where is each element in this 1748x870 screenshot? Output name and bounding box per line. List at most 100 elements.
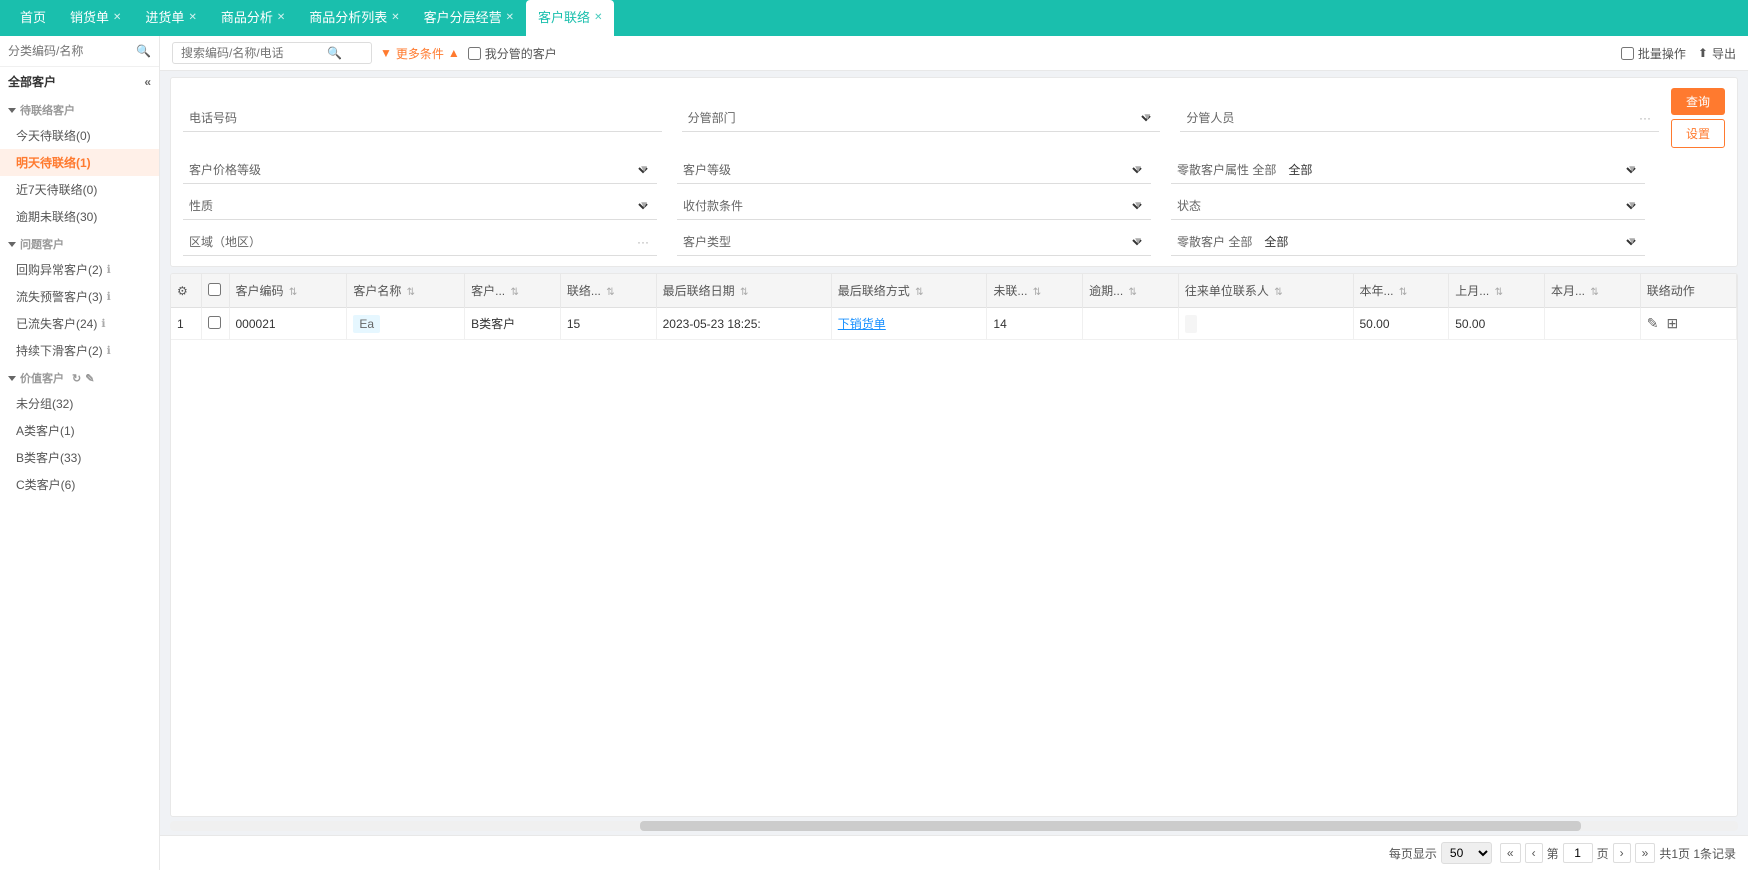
filter-phone-input[interactable]	[257, 111, 656, 125]
sidebar-item-a-class[interactable]: A类客户(1)	[0, 417, 159, 444]
info-icon: ℹ	[107, 263, 111, 276]
nav-customer-tier[interactable]: 客户分层经营 ✕	[412, 0, 526, 36]
close-icon[interactable]: ✕	[113, 0, 121, 36]
filter-phone-label: 电话号码	[189, 109, 249, 126]
close-icon[interactable]: ✕	[506, 0, 514, 36]
filter-customer-type-select[interactable]	[751, 234, 1145, 250]
col-last-contact-method[interactable]: 最后联络方式 ⇅	[831, 274, 987, 308]
select-all-checkbox[interactable]	[208, 283, 221, 296]
sidebar-search-input[interactable]	[8, 44, 132, 58]
export-button[interactable]: ⬆ 导出	[1698, 45, 1736, 62]
nav-product-analysis-list[interactable]: 商品分析列表 ✕	[297, 0, 411, 36]
horizontal-scrollbar[interactable]	[170, 821, 1738, 831]
first-page-button[interactable]: «	[1500, 843, 1521, 863]
filter-price-select[interactable]	[269, 162, 651, 178]
filter-retail-attr-select[interactable]: 全部	[1284, 162, 1639, 178]
action-icons-container: ✎ ⊞	[1647, 315, 1730, 332]
sidebar-item-churn-warning[interactable]: 流失预警客户(3) ℹ	[0, 283, 159, 310]
sidebar-item-b-class[interactable]: B类客户(33)	[0, 444, 159, 471]
sidebar-item-declining[interactable]: 持续下滑客户(2) ℹ	[0, 337, 159, 364]
filter-payment-select[interactable]	[751, 198, 1145, 214]
edit-icon[interactable]: ✎	[85, 372, 94, 385]
total-records-label: 共1页 1条记录	[1659, 845, 1736, 862]
filter-status-select[interactable]	[1245, 198, 1639, 214]
row-this-year: 50.00	[1353, 308, 1449, 340]
nav-product-analysis[interactable]: 商品分析 ✕	[209, 0, 297, 36]
sidebar-item-repurchase-anomaly[interactable]: 回购异常客户(2) ℹ	[0, 256, 159, 283]
settings-button[interactable]: 设置	[1671, 119, 1725, 148]
close-icon[interactable]: ✕	[188, 0, 196, 36]
col-last-contact-date[interactable]: 最后联络日期 ⇅	[656, 274, 831, 308]
row-no-contact: 14	[987, 308, 1083, 340]
top-nav: 首页 销货单 ✕ 进货单 ✕ 商品分析 ✕ 商品分析列表 ✕ 客户分层经营 ✕ …	[0, 0, 1748, 36]
filter-manager: 分管人员 ···	[1180, 104, 1659, 132]
chevron-down-icon: ▼	[1142, 112, 1152, 123]
nav-purchase-order[interactable]: 进货单 ✕	[133, 0, 208, 36]
filter-manager-input[interactable]	[1254, 111, 1653, 125]
filter-nature-label: 性质	[189, 197, 249, 214]
gear-icon[interactable]: ⚙	[177, 284, 188, 298]
sidebar-item-churned[interactable]: 已流失客户(24) ℹ	[0, 310, 159, 337]
col-name[interactable]: 客户名称 ⇅	[347, 274, 465, 308]
my-customers-checkbox[interactable]: 我分管的客户	[468, 45, 557, 62]
col-no-contact[interactable]: 未联... ⇅	[987, 274, 1083, 308]
filter-price-level: 客户价格等级 ▼	[183, 156, 657, 184]
filter-region-input[interactable]	[269, 235, 651, 249]
sidebar-group-problem: 问题客户	[0, 230, 159, 256]
search-icon[interactable]: 🔍	[327, 46, 342, 60]
action-edit-icon[interactable]: ✎	[1647, 315, 1659, 332]
col-unit-contact[interactable]: 往来单位联系人 ⇅	[1178, 274, 1353, 308]
sidebar-item-today[interactable]: 今天待联络(0)	[0, 122, 159, 149]
next-page-button[interactable]: ›	[1613, 843, 1631, 863]
sidebar-item-ungrouped[interactable]: 未分组(32)	[0, 390, 159, 417]
info-icon: ℹ	[107, 290, 111, 303]
prev-page-button[interactable]: ‹	[1525, 843, 1543, 863]
col-contact-count[interactable]: 联络... ⇅	[560, 274, 656, 308]
col-this-month[interactable]: 本月... ⇅	[1545, 274, 1641, 308]
row-index: 1	[171, 308, 201, 340]
last-contact-method-link[interactable]: 下销货单	[838, 317, 886, 331]
sort-icon: ⇅	[1129, 287, 1137, 298]
col-checkbox	[201, 274, 229, 308]
chevron-up-icon: ▲	[448, 46, 460, 60]
col-last-month[interactable]: 上月... ⇅	[1449, 274, 1545, 308]
batch-operation-button[interactable]: 批量操作	[1621, 45, 1686, 62]
close-icon[interactable]: ✕	[277, 0, 285, 36]
filter-retail-customer-select[interactable]: 全部	[1260, 234, 1639, 250]
last-page-button[interactable]: »	[1635, 843, 1656, 863]
more-dots-icon[interactable]: ···	[637, 235, 649, 249]
per-page-select[interactable]: 50 100 200	[1441, 842, 1492, 864]
toolbar: 🔍 ▼ 更多条件 ▲ 我分管的客户 批量操作 ⬆ 导出	[160, 36, 1748, 71]
sidebar-item-7days[interactable]: 近7天待联络(0)	[0, 176, 159, 203]
nav-customer-contact[interactable]: 客户联络 ✕	[526, 0, 614, 36]
filter-dept: 分管部门 ▼	[682, 104, 1161, 132]
filter-customer-level-select[interactable]	[751, 162, 1145, 178]
filter-dept-select[interactable]	[756, 110, 1155, 126]
close-icon[interactable]: ✕	[391, 0, 399, 36]
action-more-icon[interactable]: ⊞	[1666, 315, 1678, 332]
sidebar-item-c-class[interactable]: C类客户(6)	[0, 471, 159, 498]
sidebar-item-tomorrow[interactable]: 明天待联络(1)	[0, 149, 159, 176]
page-number-input[interactable]	[1563, 843, 1593, 863]
search-input[interactable]	[181, 46, 321, 60]
col-overdue[interactable]: 逾期... ⇅	[1083, 274, 1179, 308]
more-filters-button[interactable]: ▼ 更多条件 ▲	[380, 45, 460, 62]
more-dots-icon[interactable]: ···	[1639, 111, 1651, 125]
refresh-icon[interactable]: ↻	[72, 372, 81, 385]
batch-check[interactable]	[1621, 47, 1634, 60]
my-customers-check[interactable]	[468, 47, 481, 60]
filter-actions: 查询 设置	[1671, 88, 1725, 148]
filter-nature-select[interactable]	[257, 198, 651, 214]
row-select-checkbox[interactable]	[208, 316, 221, 329]
nav-home[interactable]: 首页	[8, 0, 58, 36]
close-icon[interactable]: ✕	[594, 0, 602, 36]
col-code[interactable]: 客户编码 ⇅	[229, 274, 347, 308]
query-button[interactable]: 查询	[1671, 88, 1725, 115]
filter-manager-label: 分管人员	[1186, 109, 1246, 126]
col-type[interactable]: 客户... ⇅	[465, 274, 561, 308]
nav-sales-order[interactable]: 销货单 ✕	[58, 0, 133, 36]
sidebar-all-customers[interactable]: 全部客户 «	[0, 67, 159, 96]
scrollbar-thumb[interactable]	[640, 821, 1581, 831]
sidebar-item-overdue[interactable]: 逾期未联络(30)	[0, 203, 159, 230]
col-this-year[interactable]: 本年... ⇅	[1353, 274, 1449, 308]
